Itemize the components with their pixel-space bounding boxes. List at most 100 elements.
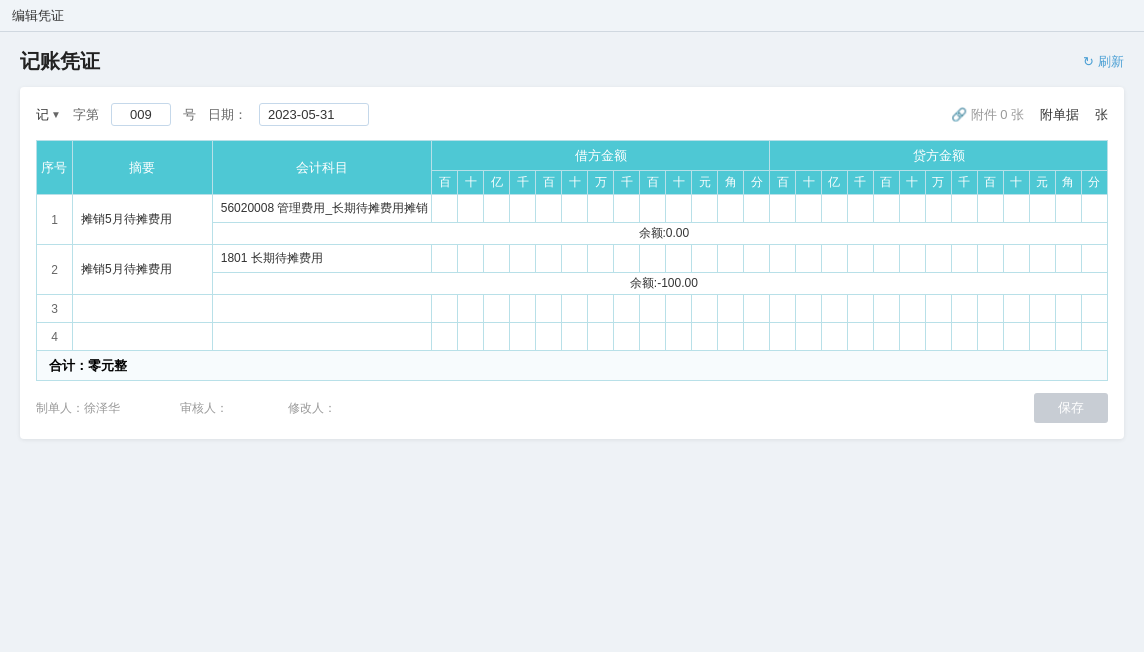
debit-amount-cell[interactable] [562,195,588,223]
credit-amount-cell[interactable] [821,323,847,351]
debit-amount-cell[interactable] [432,245,458,273]
debit-amount-cell[interactable] [432,195,458,223]
debit-amount-cell[interactable] [588,245,614,273]
credit-amount-cell[interactable] [951,295,977,323]
debit-amount-cell[interactable] [510,195,536,223]
account-cell[interactable] [212,323,432,351]
credit-amount-cell[interactable] [925,245,951,273]
debit-amount-cell[interactable] [744,323,770,351]
credit-amount-cell[interactable] [770,195,796,223]
debit-amount-cell[interactable] [640,195,666,223]
debit-amount-cell[interactable] [640,323,666,351]
credit-amount-cell[interactable] [873,245,899,273]
save-button[interactable]: 保存 [1034,393,1108,423]
credit-amount-cell[interactable] [770,245,796,273]
credit-amount-cell[interactable] [821,295,847,323]
debit-amount-cell[interactable] [432,295,458,323]
debit-amount-cell[interactable] [562,323,588,351]
debit-amount-cell[interactable] [718,323,744,351]
credit-amount-cell[interactable] [1081,245,1107,273]
credit-amount-cell[interactable] [925,295,951,323]
debit-amount-cell[interactable] [484,295,510,323]
credit-amount-cell[interactable] [951,245,977,273]
credit-amount-cell[interactable] [796,323,822,351]
debit-amount-cell[interactable] [536,295,562,323]
credit-amount-cell[interactable] [1029,295,1055,323]
debit-amount-cell[interactable] [458,323,484,351]
debit-amount-cell[interactable] [718,245,744,273]
credit-amount-cell[interactable] [1003,195,1029,223]
attach-doc-button[interactable]: 附单据 [1040,106,1079,124]
debit-amount-cell[interactable] [640,245,666,273]
debit-amount-cell[interactable] [614,245,640,273]
debit-amount-cell[interactable] [510,323,536,351]
credit-amount-cell[interactable] [951,195,977,223]
credit-amount-cell[interactable] [796,245,822,273]
credit-amount-cell[interactable] [1081,295,1107,323]
credit-amount-cell[interactable] [847,195,873,223]
debit-amount-cell[interactable] [718,295,744,323]
refresh-button[interactable]: ↻ 刷新 [1083,53,1124,71]
account-cell[interactable] [212,295,432,323]
credit-amount-cell[interactable] [770,295,796,323]
credit-amount-cell[interactable] [977,245,1003,273]
credit-amount-cell[interactable] [1081,195,1107,223]
debit-amount-cell[interactable] [588,195,614,223]
credit-amount-cell[interactable] [899,195,925,223]
account-cell[interactable]: 1801 长期待摊费用 [212,245,432,273]
voucher-number-input[interactable] [111,103,171,126]
debit-amount-cell[interactable] [692,295,718,323]
summary-cell[interactable] [72,323,212,351]
credit-amount-cell[interactable] [977,295,1003,323]
debit-amount-cell[interactable] [692,245,718,273]
debit-amount-cell[interactable] [562,295,588,323]
credit-amount-cell[interactable] [899,323,925,351]
debit-amount-cell[interactable] [458,245,484,273]
debit-amount-cell[interactable] [666,245,692,273]
debit-amount-cell[interactable] [484,245,510,273]
credit-amount-cell[interactable] [796,295,822,323]
credit-amount-cell[interactable] [899,245,925,273]
attachment-link[interactable]: 🔗 附件 0 张 [951,106,1024,124]
debit-amount-cell[interactable] [536,245,562,273]
debit-amount-cell[interactable] [614,195,640,223]
credit-amount-cell[interactable] [925,323,951,351]
credit-amount-cell[interactable] [847,323,873,351]
credit-amount-cell[interactable] [821,245,847,273]
credit-amount-cell[interactable] [1029,323,1055,351]
debit-amount-cell[interactable] [744,195,770,223]
summary-cell[interactable]: 摊销5月待摊费用 [72,195,212,245]
debit-amount-cell[interactable] [536,195,562,223]
debit-amount-cell[interactable] [484,323,510,351]
date-input[interactable] [259,103,369,126]
debit-amount-cell[interactable] [666,195,692,223]
credit-amount-cell[interactable] [1003,323,1029,351]
credit-amount-cell[interactable] [821,195,847,223]
credit-amount-cell[interactable] [1029,245,1055,273]
credit-amount-cell[interactable] [1055,195,1081,223]
debit-amount-cell[interactable] [666,323,692,351]
debit-amount-cell[interactable] [666,295,692,323]
credit-amount-cell[interactable] [925,195,951,223]
credit-amount-cell[interactable] [1055,295,1081,323]
credit-amount-cell[interactable] [873,195,899,223]
debit-amount-cell[interactable] [562,245,588,273]
debit-amount-cell[interactable] [588,295,614,323]
credit-amount-cell[interactable] [899,295,925,323]
credit-amount-cell[interactable] [847,295,873,323]
voucher-type-selector[interactable]: 记 ▼ [36,106,61,124]
credit-amount-cell[interactable] [977,195,1003,223]
credit-amount-cell[interactable] [1003,245,1029,273]
credit-amount-cell[interactable] [873,295,899,323]
debit-amount-cell[interactable] [458,195,484,223]
debit-amount-cell[interactable] [588,323,614,351]
credit-amount-cell[interactable] [770,323,796,351]
credit-amount-cell[interactable] [951,323,977,351]
debit-amount-cell[interactable] [614,323,640,351]
debit-amount-cell[interactable] [510,245,536,273]
debit-amount-cell[interactable] [744,295,770,323]
debit-amount-cell[interactable] [510,295,536,323]
credit-amount-cell[interactable] [1055,323,1081,351]
debit-amount-cell[interactable] [536,323,562,351]
credit-amount-cell[interactable] [1003,295,1029,323]
